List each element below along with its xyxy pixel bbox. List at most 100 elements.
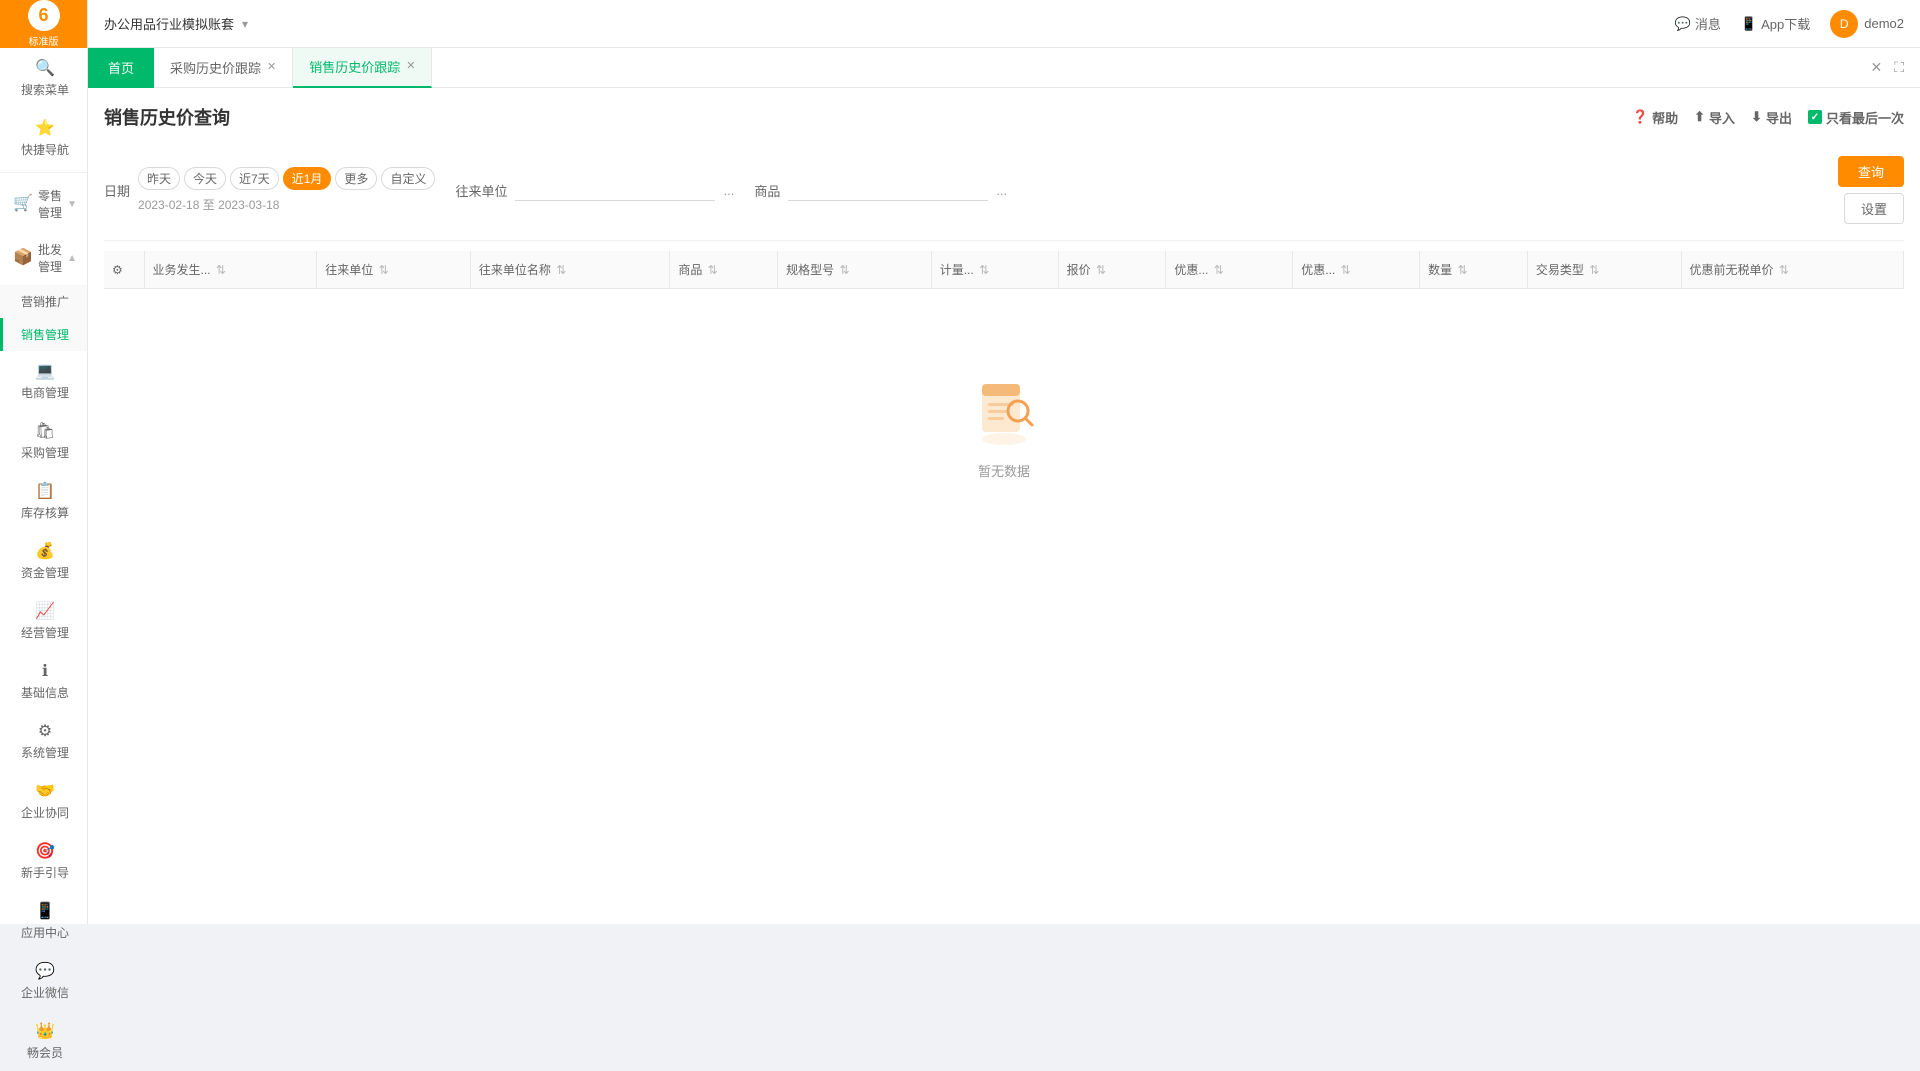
only-last-checkbox[interactable]: ✓ (1808, 110, 1822, 124)
sidebar-item-ecommerce[interactable]: 💻 电商管理 (0, 351, 87, 411)
col-trade-type[interactable]: 交易类型 ⇅ (1527, 251, 1681, 289)
sidebar-item-operations[interactable]: 📈 经营管理 (0, 591, 87, 651)
import-label: 导入 (1709, 108, 1735, 127)
date-btn-1month[interactable]: 近1月 (283, 167, 332, 190)
date-btn-custom[interactable]: 自定义 (381, 167, 435, 190)
tab-close-all-btn[interactable]: ✕ (1866, 55, 1886, 80)
col-pretax-price[interactable]: 优惠前无税单价 ⇅ (1681, 251, 1903, 289)
tab-sales-history[interactable]: 销售历史价跟踪 ✕ (293, 48, 432, 88)
help-label: 帮助 (1652, 108, 1678, 127)
export-btn[interactable]: ⬇ 导出 (1751, 108, 1792, 127)
product-input[interactable] (788, 179, 988, 201)
sort-icon: ⇅ (1457, 263, 1467, 277)
tab-purchase-history[interactable]: 采购历史价跟踪 ✕ (154, 48, 293, 88)
search-icon: 🔍 (35, 58, 55, 78)
date-btn-7days[interactable]: 近7天 (230, 167, 279, 190)
help-icon: ❓ (1632, 109, 1648, 125)
col-quote[interactable]: 报价 ⇅ (1058, 251, 1166, 289)
sidebar-item-label: 经营管理 (21, 624, 69, 641)
col-unit[interactable]: 往来单位 ⇅ (317, 251, 471, 289)
username: demo2 (1864, 16, 1904, 31)
date-btn-today[interactable]: 今天 (184, 167, 226, 190)
product-dots[interactable]: ... (996, 183, 1007, 198)
message-label: 消息 (1695, 14, 1721, 33)
col-discount2[interactable]: 优惠... ⇅ (1293, 251, 1420, 289)
purchase-icon: 🛍 (35, 421, 55, 441)
sidebar-item-inventory[interactable]: 📋 库存核算 (0, 471, 87, 531)
query-btn[interactable]: 查询 (1838, 156, 1904, 187)
date-filter-group: 日期 昨天 今天 近7天 近1月 更多 自定义 2023-02-18 至 202… (104, 167, 435, 213)
tab-actions: ✕ ⛶ (1866, 55, 1920, 80)
operations-icon: 📈 (35, 601, 55, 621)
date-btn-more[interactable]: 更多 (335, 167, 377, 190)
sort-icon: ⇅ (839, 263, 849, 277)
help-btn[interactable]: ❓ 帮助 (1632, 108, 1678, 127)
tab-close-btn[interactable]: ✕ (267, 62, 276, 73)
col-biz-date[interactable]: 业务发生... ⇅ (144, 251, 317, 289)
app-download-btn[interactable]: 📱 App下载 (1741, 14, 1810, 33)
logo-text: 标准版 (29, 33, 59, 48)
sidebar-item-cooperation[interactable]: 🤝 企业协同 (0, 771, 87, 831)
only-last-checkbox-group[interactable]: ✓ 只看最后一次 (1808, 108, 1904, 127)
sidebar-item-wechat[interactable]: 💬 企业微信 (0, 951, 87, 1011)
sidebar-item-retail[interactable]: 🛒 零售管理 ▼ (0, 177, 87, 231)
retail-icon: 🛒 (13, 193, 33, 213)
col-product[interactable]: 商品 ⇅ (670, 251, 778, 289)
sidebar-item-sales[interactable]: 销售管理 (0, 318, 87, 351)
sort-icon: ⇅ (1589, 263, 1599, 277)
sidebar-item-guide[interactable]: 🎯 新手引导 (0, 831, 87, 891)
tab-close-btn[interactable]: ✕ (406, 61, 415, 72)
download-icon: 📱 (1741, 16, 1757, 32)
tab-fullscreen-btn[interactable]: ⛶ (1890, 55, 1908, 80)
empty-icon (964, 369, 1044, 449)
sidebar-item-finance[interactable]: 💰 资金管理 (0, 531, 87, 591)
sidebar-item-member[interactable]: 👑 畅会员 (0, 1011, 87, 1071)
sidebar-item-label: 应用中心 (21, 924, 69, 941)
settings-btn[interactable]: 设置 (1844, 193, 1904, 224)
col-unit-measure[interactable]: 计量... ⇅ (931, 251, 1058, 289)
message-btn[interactable]: 💬 消息 (1675, 14, 1721, 33)
date-btn-yesterday[interactable]: 昨天 (138, 167, 180, 190)
sidebar-item-label: 畅会员 (27, 1044, 63, 1061)
tab-label: 销售历史价跟踪 (309, 57, 400, 76)
sort-icon: ⇅ (708, 263, 718, 277)
col-quantity[interactable]: 数量 ⇅ (1420, 251, 1528, 289)
sort-icon: ⇅ (379, 263, 389, 277)
wechat-icon: 💬 (35, 961, 55, 981)
sidebar-item-app-center[interactable]: 📱 应用中心 (0, 891, 87, 951)
sidebar-item-wholesale[interactable]: 📦 批发管理 ▲ (0, 231, 87, 285)
page-actions: ❓ 帮助 ⬆ 导入 ⬇ 导出 ✓ 只看最后一次 (1632, 108, 1904, 127)
sidebar-item-shortcuts[interactable]: ⭐ 快捷导航 (0, 108, 87, 168)
sort-icon: ⇅ (979, 263, 989, 277)
page-title: 销售历史价查询 (104, 104, 230, 130)
col-discount1[interactable]: 优惠... ⇅ (1166, 251, 1293, 289)
col-settings[interactable]: ⚙ (104, 251, 144, 289)
dropdown-btn[interactable]: ▾ (242, 17, 248, 31)
sidebar-item-label: 电商管理 (21, 384, 69, 401)
filter-bar: 日期 昨天 今天 近7天 近1月 更多 自定义 2023-02-18 至 202… (104, 146, 1904, 241)
unit-input[interactable] (515, 179, 715, 201)
sidebar: 6 标准版 🔍 搜索菜单 ⭐ 快捷导航 🛒 零售管理 ▼ 📦 批发管理 ▲ 营销… (0, 0, 88, 924)
col-spec[interactable]: 规格型号 ⇅ (778, 251, 932, 289)
app-logo: 6 标准版 (0, 0, 87, 48)
sidebar-item-search[interactable]: 🔍 搜索菜单 (0, 48, 87, 108)
sidebar-item-label: 资金管理 (21, 564, 69, 581)
date-label: 日期 (104, 181, 130, 200)
only-last-label: 只看最后一次 (1826, 108, 1904, 127)
sidebar-item-label: 搜索菜单 (21, 81, 69, 98)
col-unit-name[interactable]: 往来单位名称 ⇅ (470, 251, 669, 289)
import-btn[interactable]: ⬆ 导入 (1694, 108, 1735, 127)
sidebar-sub-wholesale: 营销推广 销售管理 (0, 285, 87, 351)
unit-dots[interactable]: ... (723, 183, 734, 198)
sidebar-item-label: 系统管理 (21, 744, 69, 761)
sidebar-item-purchase[interactable]: 🛍 采购管理 (0, 411, 87, 471)
inventory-icon: 📋 (35, 481, 55, 501)
user-info[interactable]: D demo2 (1830, 10, 1904, 38)
tabbar: 首页 采购历史价跟踪 ✕ 销售历史价跟踪 ✕ ✕ ⛶ (88, 48, 1920, 88)
sidebar-item-basic-info[interactable]: ℹ 基础信息 (0, 651, 87, 711)
empty-state: 暂无数据 (104, 289, 1904, 560)
sidebar-item-system[interactable]: ⚙ 系统管理 (0, 711, 87, 771)
page-container: 销售历史价查询 ❓ 帮助 ⬆ 导入 ⬇ 导出 ✓ (88, 88, 1920, 924)
sidebar-item-marketing[interactable]: 营销推广 (0, 285, 87, 318)
tab-home[interactable]: 首页 (88, 48, 154, 88)
